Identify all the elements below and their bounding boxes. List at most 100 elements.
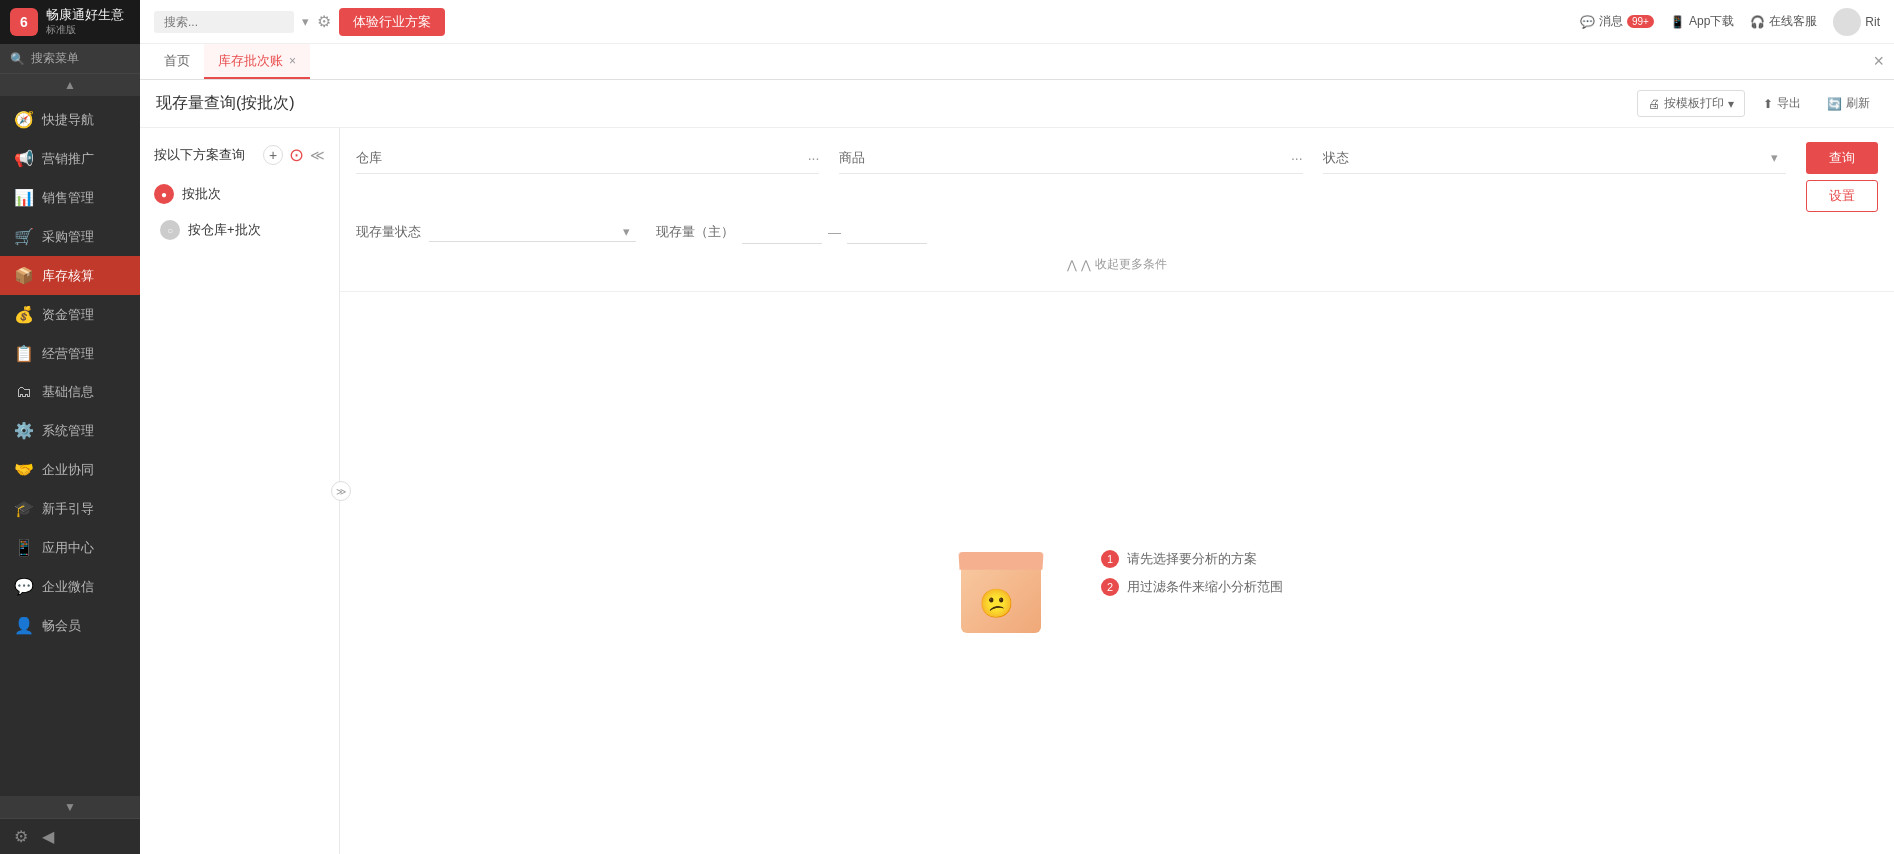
sidebar-item-sales[interactable]: 📊 销售管理 <box>0 178 140 217</box>
collapse-left-panel-icon[interactable]: ≪ <box>310 147 325 163</box>
sidebar-item-purchase[interactable]: 🛒 采购管理 <box>0 217 140 256</box>
step-2-num: 2 <box>1101 578 1119 596</box>
tab-inventory-batch-close[interactable]: × <box>289 54 296 68</box>
tab-bar-close-icon[interactable]: × <box>1873 51 1884 72</box>
sidebar-item-apps[interactable]: 📱 应用中心 <box>0 528 140 567</box>
message-badge: 99+ <box>1627 15 1654 28</box>
filter-area: 仓库 ··· 商品 ··· 状态 <box>340 128 1894 292</box>
quantity-to-input[interactable] <box>847 220 927 244</box>
refresh-button[interactable]: 🔄 刷新 <box>1819 91 1878 116</box>
page-layout: 现存量查询(按批次) 🖨 按模板打印 ▾ ⬆ 导出 🔄 刷新 <box>140 80 1894 854</box>
app-logo: 6 <box>10 8 38 36</box>
search-menu-label: 搜索菜单 <box>31 50 79 67</box>
empty-step-2: 2 用过滤条件来缩小分析范围 <box>1101 578 1283 596</box>
scroll-down-btn[interactable]: ▼ <box>0 796 140 818</box>
collapse-up-arrow: ⋀ ⋀ <box>1067 258 1090 272</box>
sidebar-item-basic[interactable]: 🗂 基础信息 <box>0 373 140 411</box>
sidebar-footer: ⚙ ◀ <box>0 818 140 854</box>
messages-btn[interactable]: 💬 消息 99+ <box>1580 13 1654 30</box>
guide-icon: 🎓 <box>14 499 34 518</box>
print-button[interactable]: 🖨 按模板打印 ▾ <box>1637 90 1745 117</box>
export-icon: ⬆ <box>1763 97 1773 111</box>
scroll-up-btn[interactable]: ▲ <box>0 74 140 96</box>
plan-batch-icon: ● <box>154 184 174 204</box>
plan-by-batch[interactable]: ● 按批次 <box>140 176 339 212</box>
app-download-btn[interactable]: 📱 App下载 <box>1670 13 1734 30</box>
collapse-conditions-btn[interactable]: ⋀ ⋀ 收起更多条件 <box>356 248 1878 277</box>
user-profile-btn[interactable]: Rit <box>1833 8 1880 36</box>
sidebar-item-collab[interactable]: 🤝 企业协同 <box>0 450 140 489</box>
operations-icon: 📋 <box>14 344 34 363</box>
wechat-icon: 💬 <box>14 577 34 596</box>
sidebar-item-wechat-label: 企业微信 <box>42 578 94 596</box>
query-buttons: 查询 设置 <box>1806 142 1878 212</box>
sidebar-item-operations[interactable]: 📋 经营管理 <box>0 334 140 373</box>
sidebar-item-marketing-label: 营销推广 <box>42 150 94 168</box>
refresh-icon: 🔄 <box>1827 97 1842 111</box>
page-header: 现存量查询(按批次) 🖨 按模板打印 ▾ ⬆ 导出 🔄 刷新 <box>140 80 1894 128</box>
sidebar-item-member[interactable]: 👤 畅会员 <box>0 606 140 645</box>
print-dropdown-icon[interactable]: ▾ <box>1728 97 1734 111</box>
online-service-btn[interactable]: 🎧 在线客服 <box>1750 13 1817 30</box>
tab-inventory-batch[interactable]: 库存批次账 × <box>204 44 310 79</box>
sidebar-item-shortcuts[interactable]: 🧭 快捷导航 <box>0 100 140 139</box>
sidebar-nav: 🧭 快捷导航 📢 营销推广 📊 销售管理 🛒 采购管理 📦 库存核算 💰 资金管… <box>0 96 140 796</box>
topbar-search-input[interactable] <box>154 11 294 33</box>
footer-collapse-icon[interactable]: ◀ <box>42 827 54 846</box>
status-label: 状态 <box>1323 149 1353 167</box>
warehouse-more-btn[interactable]: ··· <box>808 150 820 166</box>
tab-home-label: 首页 <box>164 52 190 70</box>
query-button[interactable]: 查询 <box>1806 142 1878 174</box>
status-chevron[interactable]: ▾ <box>1771 150 1778 165</box>
empty-step-1: 1 请先选择要分析的方案 <box>1101 550 1283 568</box>
sidebar-item-wechat[interactable]: 💬 企业微信 <box>0 567 140 606</box>
collapse-conditions-label: 收起更多条件 <box>1095 256 1167 273</box>
plan-warehouse-batch-label: 按仓库+批次 <box>188 221 261 239</box>
sidebar-item-finance[interactable]: 💰 资金管理 <box>0 295 140 334</box>
plan-by-warehouse-batch[interactable]: ○ 按仓库+批次 <box>140 212 339 248</box>
sidebar-item-basic-label: 基础信息 <box>42 383 94 401</box>
empty-state: 😕 1 请先选择要分析的方案 2 用过滤条件来缩小分析范围 <box>340 302 1894 854</box>
sidebar-item-system[interactable]: ⚙️ 系统管理 <box>0 411 140 450</box>
product-input[interactable] <box>869 148 1287 167</box>
content-area: 按以下方案查询 + ⊙ ≪ ● 按批次 ○ 按仓库+批次 ≫ <box>140 128 1894 854</box>
download-icon: 📱 <box>1670 15 1685 29</box>
plan-settings-icon[interactable]: ⊙ <box>289 144 304 166</box>
marketing-icon: 📢 <box>14 149 34 168</box>
tab-home[interactable]: 首页 <box>150 44 204 79</box>
quantity-from-input[interactable] <box>742 220 822 244</box>
product-more-btn[interactable]: ··· <box>1291 150 1303 166</box>
add-plan-icon[interactable]: + <box>263 145 283 165</box>
sidebar-item-operations-label: 经营管理 <box>42 345 94 363</box>
user-avatar <box>1833 8 1861 36</box>
empty-text-container: 1 请先选择要分析的方案 2 用过滤条件来缩小分析范围 <box>1101 550 1283 606</box>
trial-button[interactable]: 体验行业方案 <box>339 8 445 36</box>
sidebar-item-purchase-label: 采购管理 <box>42 228 94 246</box>
export-button[interactable]: ⬆ 导出 <box>1755 91 1809 116</box>
plan-warehouse-batch-icon: ○ <box>160 220 180 240</box>
footer-settings-icon[interactable]: ⚙ <box>14 827 28 846</box>
warehouse-input[interactable] <box>386 148 804 167</box>
empty-illustration: 😕 <box>951 518 1071 638</box>
close-left-panel-btn[interactable]: ≫ <box>331 481 351 501</box>
right-panel: 仓库 ··· 商品 ··· 状态 <box>340 128 1894 854</box>
settings-button[interactable]: 设置 <box>1806 180 1878 212</box>
sidebar-item-marketing[interactable]: 📢 营销推广 <box>0 139 140 178</box>
member-icon: 👤 <box>14 616 34 635</box>
left-panel-header-actions: + ⊙ ≪ <box>263 144 325 166</box>
sidebar-item-inventory-label: 库存核算 <box>42 267 94 285</box>
apps-icon: 📱 <box>14 538 34 557</box>
sidebar-item-guide[interactable]: 🎓 新手引导 <box>0 489 140 528</box>
left-panel: 按以下方案查询 + ⊙ ≪ ● 按批次 ○ 按仓库+批次 ≫ <box>140 128 340 854</box>
step-1-num: 1 <box>1101 550 1119 568</box>
topbar-dropdown-icon[interactable]: ▾ <box>302 14 309 29</box>
page-header-actions: 🖨 按模板打印 ▾ ⬆ 导出 🔄 刷新 <box>1637 90 1878 117</box>
sidebar-item-inventory[interactable]: 📦 库存核算 <box>0 256 140 295</box>
product-label: 商品 <box>839 149 869 167</box>
sidebar-item-collab-label: 企业协同 <box>42 461 94 479</box>
message-icon: 💬 <box>1580 15 1595 29</box>
inventory-status-chevron[interactable]: ▾ <box>623 224 630 239</box>
page-title: 现存量查询(按批次) <box>156 93 295 114</box>
search-menu[interactable]: 🔍 搜索菜单 <box>0 44 140 74</box>
topbar-gear-icon[interactable]: ⚙ <box>317 12 331 31</box>
